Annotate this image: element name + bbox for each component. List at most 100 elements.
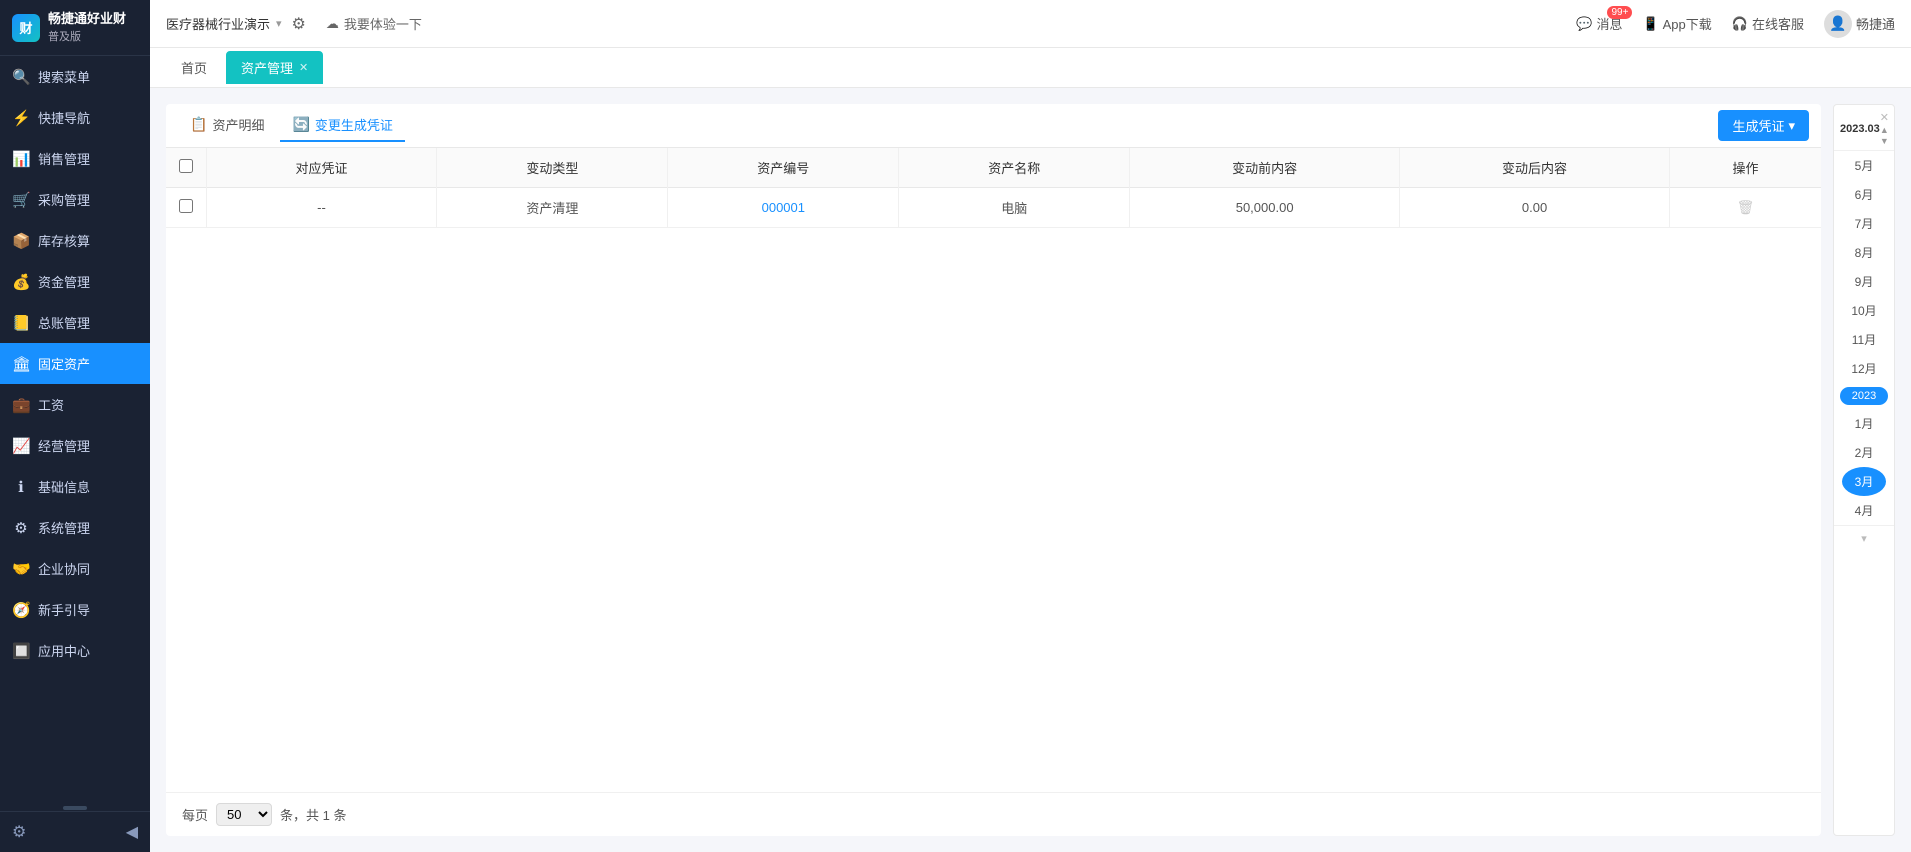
- row-asset-no: 000001: [668, 188, 899, 228]
- online-service-label: 在线客服: [1752, 14, 1804, 33]
- month-feb[interactable]: 2月: [1834, 438, 1894, 467]
- sidebar-item-apps[interactable]: 🔲 应用中心: [0, 630, 150, 671]
- sidebar-item-salary[interactable]: 💼 工资: [0, 384, 150, 425]
- row-checkbox[interactable]: [179, 199, 193, 213]
- table-row: -- 资产清理 000001 电脑 50,000.00 0.00 🗑: [166, 188, 1821, 228]
- avatar: 👤: [1824, 10, 1852, 38]
- sidebar-item-operations[interactable]: 📈 经营管理: [0, 425, 150, 466]
- sidebar: 财 畅捷通好业财 普及版 🔍 搜索菜单 ⚡ 快捷导航 📊 销售管理 🛒 采购管理…: [0, 0, 150, 852]
- month-9[interactable]: 9月: [1834, 267, 1894, 296]
- sub-tab-asset-detail-label: 资产明细: [212, 115, 264, 134]
- date-panel-close-button[interactable]: ✕: [1880, 111, 1889, 124]
- per-page-select[interactable]: 50 100 200: [216, 803, 272, 826]
- row-voucher: --: [206, 188, 437, 228]
- month-10[interactable]: 10月: [1834, 296, 1894, 325]
- sidebar-item-quicknav[interactable]: ⚡ 快捷导航: [0, 97, 150, 138]
- topbar: 医疗器械行业演示 ▾ ⚙ ☁ 我要体验一下 💬 消息 99+ 📱 App下载 🎧…: [150, 0, 1911, 48]
- sub-tab-change-voucher[interactable]: 🔄 变更生成凭证: [280, 109, 404, 142]
- refresh-icon: 🔄: [292, 116, 309, 133]
- sidebar-item-enterprise[interactable]: 🤝 企业协同: [0, 548, 150, 589]
- collapse-sidebar-icon[interactable]: ◀: [126, 822, 138, 842]
- voucher-table: 对应凭证 变动类型 资产编号 资产名称: [166, 148, 1821, 228]
- topbar-settings-icon[interactable]: ⚙: [292, 14, 306, 34]
- salary-icon: 💼: [12, 396, 30, 414]
- sidebar-logo: 财 畅捷通好业财 普及版: [0, 0, 150, 56]
- sidebar-item-funds[interactable]: 💰 资金管理: [0, 261, 150, 302]
- sidebar-item-purchase[interactable]: 🛒 采购管理: [0, 179, 150, 220]
- date-bottom-chevron-icon[interactable]: ▾: [1859, 530, 1869, 547]
- month-8[interactable]: 8月: [1834, 238, 1894, 267]
- chevron-down-icon: ▾: [276, 17, 282, 30]
- delete-row-icon[interactable]: 🗑: [1737, 199, 1755, 215]
- topbar-right: 💬 消息 99+ 📱 App下载 🎧 在线客服 👤 畅捷通: [1576, 10, 1895, 38]
- purchase-icon: 🛒: [12, 191, 30, 209]
- month-apr[interactable]: 4月: [1834, 496, 1894, 525]
- app-logo-icon: 财: [12, 14, 40, 42]
- fixed-assets-icon: 🏛: [12, 355, 30, 373]
- list-icon: 📋: [190, 116, 207, 133]
- main-area: 医疗器械行业演示 ▾ ⚙ ☁ 我要体验一下 💬 消息 99+ 📱 App下载 🎧…: [150, 0, 1911, 852]
- generate-btn-label: 生成凭证: [1732, 116, 1784, 135]
- sidebar-item-ledger[interactable]: 📒 总账管理: [0, 302, 150, 343]
- content-area: 📋 资产明细 🔄 变更生成凭证 生成凭证 ▾: [150, 88, 1911, 852]
- app-download-button[interactable]: 📱 App下载: [1642, 14, 1711, 33]
- tab-asset-management[interactable]: 资产管理 ✕: [226, 51, 323, 84]
- funds-icon: 💰: [12, 273, 30, 291]
- date-expand-up-icon[interactable]: ▲: [1880, 125, 1889, 135]
- tab-close-icon[interactable]: ✕: [299, 61, 308, 74]
- col-voucher: 对应凭证: [206, 148, 437, 188]
- month-7[interactable]: 7月: [1834, 209, 1894, 238]
- table-header-row: 对应凭证 变动类型 资产编号 资产名称: [166, 148, 1821, 188]
- cloud-icon: ☁: [326, 16, 339, 32]
- row-action-cell: 🗑: [1670, 188, 1822, 228]
- month-12[interactable]: 12月: [1834, 354, 1894, 383]
- pagination: 每页 50 100 200 条，共 1 条: [166, 792, 1821, 836]
- month-mar[interactable]: 3月: [1842, 467, 1886, 496]
- app-name: 畅捷通好业财: [48, 11, 126, 28]
- month-jan[interactable]: 1月: [1834, 409, 1894, 438]
- month-5[interactable]: 5月: [1834, 151, 1894, 180]
- sidebar-item-search[interactable]: 🔍 搜索菜单: [0, 56, 150, 97]
- mobile-icon: 📱: [1642, 16, 1658, 32]
- tab-asset-label: 资产管理: [241, 58, 293, 77]
- generate-voucher-button[interactable]: 生成凭证 ▾: [1718, 110, 1809, 141]
- search-icon: 🔍: [12, 68, 30, 86]
- sidebar-item-label: 搜索菜单: [38, 67, 90, 86]
- company-selector[interactable]: 医疗器械行业演示 ▾: [166, 14, 282, 33]
- online-service-button[interactable]: 🎧 在线客服: [1732, 14, 1804, 33]
- month-6[interactable]: 6月: [1834, 180, 1894, 209]
- year-2023-label[interactable]: 2023: [1840, 387, 1888, 405]
- sub-tab-asset-detail[interactable]: 📋 资产明细: [178, 109, 276, 142]
- sidebar-item-system[interactable]: ⚙ 系统管理: [0, 507, 150, 548]
- sidebar-item-label: 库存核算: [38, 231, 90, 250]
- row-checkbox-cell[interactable]: [166, 188, 206, 228]
- tab-home[interactable]: 首页: [166, 51, 222, 84]
- sidebar-item-guide[interactable]: 🧭 新手引导: [0, 589, 150, 630]
- sidebar-item-basic[interactable]: ℹ 基础信息: [0, 466, 150, 507]
- current-months-list: 1月 2月 3月 4月: [1834, 409, 1894, 525]
- month-11[interactable]: 11月: [1834, 325, 1894, 354]
- app-download-label: App下载: [1663, 14, 1712, 33]
- user-info[interactable]: 👤 畅捷通: [1824, 10, 1895, 38]
- message-icon: 💬: [1576, 16, 1592, 32]
- sidebar-item-inventory[interactable]: 📦 库存核算: [0, 220, 150, 261]
- settings-icon[interactable]: ⚙: [12, 822, 26, 842]
- messages-button[interactable]: 💬 消息 99+: [1576, 14, 1622, 33]
- sidebar-item-label: 新手引导: [38, 600, 90, 619]
- sidebar-item-label: 工资: [38, 395, 64, 414]
- app-edition: 普及版: [48, 28, 126, 44]
- experience-button[interactable]: ☁ 我要体验一下: [326, 14, 422, 33]
- col-asset-name: 资产名称: [899, 148, 1130, 188]
- sidebar-item-sales[interactable]: 📊 销售管理: [0, 138, 150, 179]
- tabs-bar: 首页 资产管理 ✕: [150, 48, 1911, 88]
- sidebar-item-label: 快捷导航: [38, 108, 90, 127]
- date-expand-down-icon[interactable]: ▼: [1880, 136, 1889, 146]
- sidebar-item-label: 系统管理: [38, 518, 90, 537]
- sales-icon: 📊: [12, 150, 30, 168]
- select-all-header[interactable]: [166, 148, 206, 188]
- sidebar-item-label: 企业协同: [38, 559, 90, 578]
- select-all-checkbox[interactable]: [179, 159, 193, 173]
- prev-months-list: 5月 6月 7月 8月 9月 10月 11月 12月: [1834, 151, 1894, 383]
- messages-badge: 99+: [1607, 6, 1632, 19]
- sidebar-item-fixed[interactable]: 🏛 固定资产: [0, 343, 150, 384]
